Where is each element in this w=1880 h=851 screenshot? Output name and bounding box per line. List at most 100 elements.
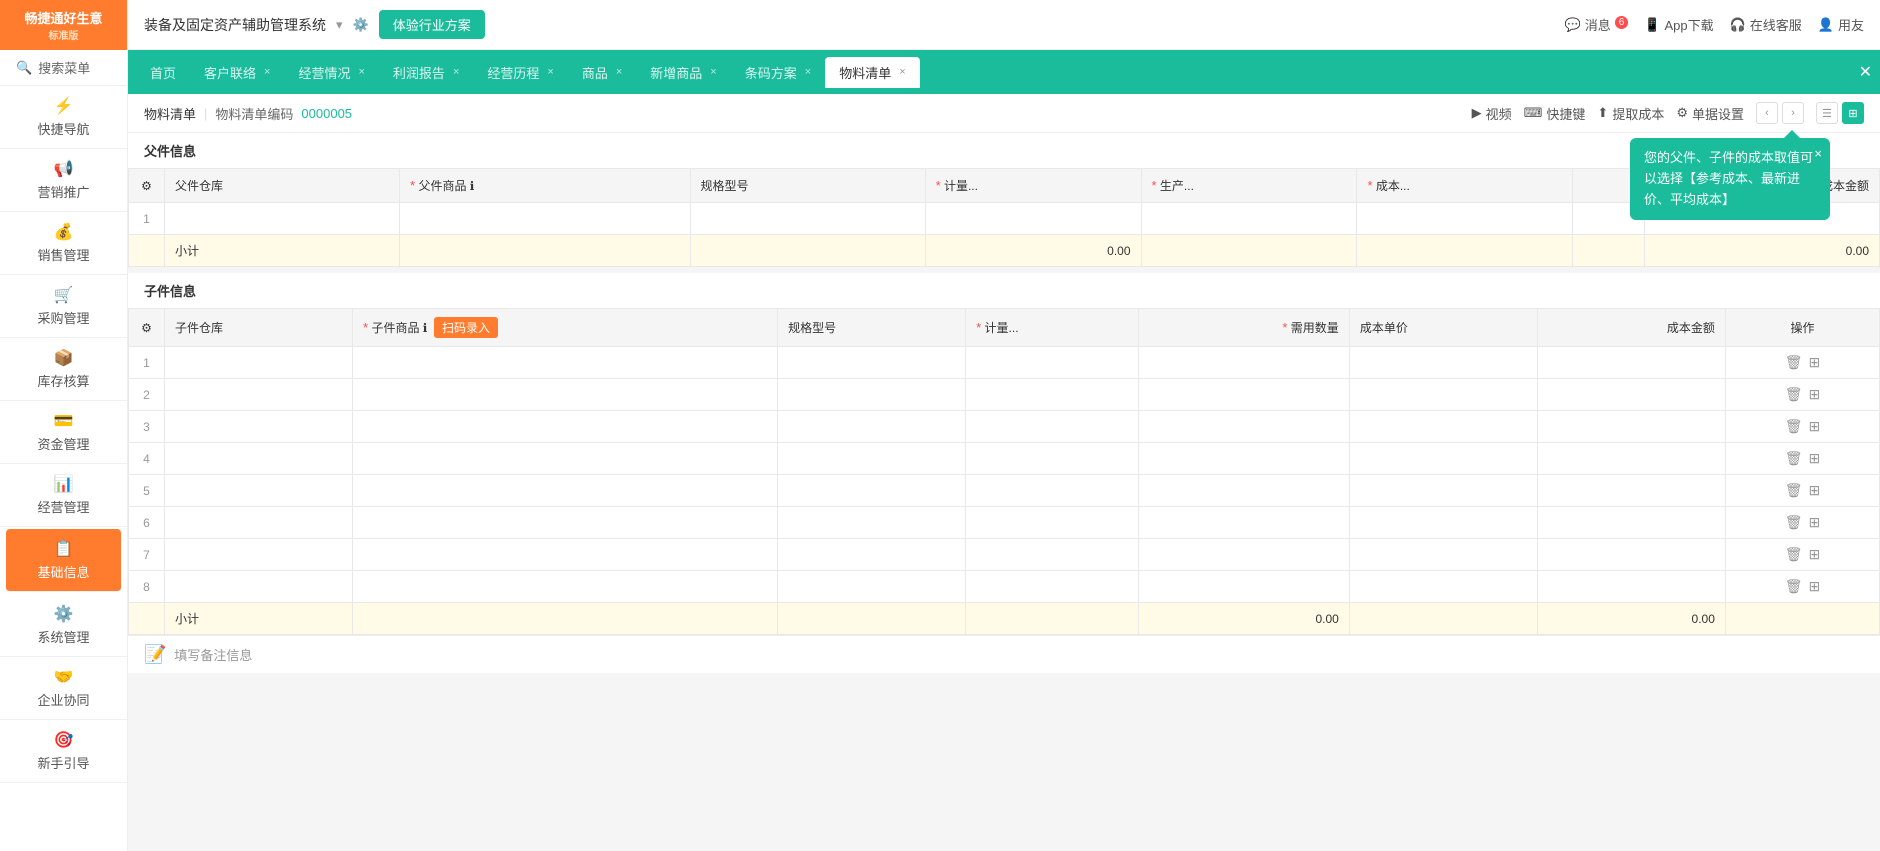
delete-icon-2[interactable]: 🗑	[1785, 386, 1803, 403]
sidebar-item-quick-nav[interactable]: ⚡快捷导航	[0, 86, 127, 149]
nav-tab-operation-history[interactable]: 经营历程 ×	[473, 57, 567, 88]
nav-tab-bom-list[interactable]: 物料清单 ×	[825, 57, 919, 88]
message-item[interactable]: 💬 消息 6	[1565, 15, 1629, 34]
tab-close-customers[interactable]: ×	[264, 66, 270, 78]
child-unit-1[interactable]	[966, 347, 1139, 379]
parent-goods-cell[interactable]	[400, 203, 690, 235]
dropdown-icon[interactable]: ▾	[336, 17, 343, 33]
copy-icon-6[interactable]: ⊞	[1808, 514, 1820, 531]
app-download-item[interactable]: 📱 App下载	[1644, 15, 1713, 34]
child-goods-2[interactable]	[353, 379, 778, 411]
sidebar-item-system[interactable]: ⚙️系统管理	[0, 594, 127, 657]
child-cost-price-7[interactable]	[1349, 539, 1537, 571]
sidebar-item-marketing[interactable]: 📢营销推广	[0, 149, 127, 212]
copy-icon-5[interactable]: ⊞	[1808, 482, 1820, 499]
child-goods-7[interactable]	[353, 539, 778, 571]
child-qty-7[interactable]	[1138, 539, 1349, 571]
tab-close-barcode[interactable]: ×	[805, 66, 811, 78]
child-qty-3[interactable]	[1138, 411, 1349, 443]
child-goods-3[interactable]	[353, 411, 778, 443]
sidebar-item-guide[interactable]: 🎯新手引导	[0, 720, 127, 783]
child-cost-price-3[interactable]	[1349, 411, 1537, 443]
tab-close-add-goods[interactable]: ×	[710, 66, 716, 78]
sidebar-item-inventory[interactable]: 📦库存核算	[0, 338, 127, 401]
online-service-item[interactable]: 🎧 在线客服	[1730, 15, 1802, 34]
extract-cost-action[interactable]: ⬆ 提取成本	[1597, 104, 1664, 123]
delete-icon-7[interactable]: 🗑	[1785, 546, 1803, 563]
copy-icon-1[interactable]: ⊞	[1808, 354, 1820, 371]
shortcut-action[interactable]: ⌨ 快捷键	[1524, 104, 1586, 123]
child-warehouse-8[interactable]	[165, 571, 353, 603]
form-view-btn[interactable]: ⊞	[1842, 102, 1864, 124]
child-spec-4[interactable]	[778, 443, 966, 475]
child-warehouse-2[interactable]	[165, 379, 353, 411]
tab-close-profit-report[interactable]: ×	[453, 66, 459, 78]
child-spec-1[interactable]	[778, 347, 966, 379]
settings-icon[interactable]: ⚙️	[353, 17, 369, 33]
child-spec-5[interactable]	[778, 475, 966, 507]
child-qty-8[interactable]	[1138, 571, 1349, 603]
sidebar-item-enterprise[interactable]: 🤝企业协同	[0, 657, 127, 720]
nav-tab-profit-report[interactable]: 利润报告 ×	[379, 57, 473, 88]
copy-icon-3[interactable]: ⊞	[1808, 418, 1820, 435]
delete-icon-8[interactable]: 🗑	[1785, 578, 1803, 595]
child-cost-price-6[interactable]	[1349, 507, 1537, 539]
parent-th-settings[interactable]: ⚙	[129, 169, 165, 203]
child-unit-2[interactable]	[966, 379, 1139, 411]
copy-icon-2[interactable]: ⊞	[1808, 386, 1820, 403]
child-unit-8[interactable]	[966, 571, 1139, 603]
child-th-settings[interactable]: ⚙	[129, 309, 165, 347]
delete-icon-4[interactable]: 🗑	[1785, 450, 1803, 467]
nav-tab-operation-status[interactable]: 经营情况 ×	[284, 57, 378, 88]
parent-production-cell[interactable]	[1141, 203, 1357, 235]
delete-icon-1[interactable]: 🗑	[1785, 354, 1803, 371]
child-warehouse-1[interactable]	[165, 347, 353, 379]
delete-icon-5[interactable]: 🗑	[1785, 482, 1803, 499]
child-spec-6[interactable]	[778, 507, 966, 539]
child-warehouse-3[interactable]	[165, 411, 353, 443]
nav-tab-goods[interactable]: 商品 ×	[568, 57, 636, 88]
child-warehouse-6[interactable]	[165, 507, 353, 539]
scan-btn[interactable]: 扫码录入	[434, 317, 498, 338]
sidebar-item-purchase[interactable]: 🛒采购管理	[0, 275, 127, 338]
tab-close-operation-history[interactable]: ×	[547, 66, 553, 78]
child-spec-8[interactable]	[778, 571, 966, 603]
child-qty-1[interactable]	[1138, 347, 1349, 379]
child-unit-5[interactable]	[966, 475, 1139, 507]
video-action[interactable]: ▶ 视频	[1472, 104, 1512, 123]
prev-btn[interactable]: ‹	[1756, 102, 1778, 124]
child-goods-1[interactable]	[353, 347, 778, 379]
child-qty-5[interactable]	[1138, 475, 1349, 507]
parent-unit-cell[interactable]	[925, 203, 1141, 235]
sidebar-item-sales[interactable]: 💰销售管理	[0, 212, 127, 275]
parent-spec-cell[interactable]	[690, 203, 925, 235]
child-qty-4[interactable]	[1138, 443, 1349, 475]
child-goods-6[interactable]	[353, 507, 778, 539]
sidebar-item-operation[interactable]: 📊经营管理	[0, 464, 127, 527]
nav-tab-customers[interactable]: 客户联络 ×	[190, 57, 284, 88]
nav-tab-barcode[interactable]: 条码方案 ×	[731, 57, 825, 88]
child-cost-price-2[interactable]	[1349, 379, 1537, 411]
parent-cost-cell[interactable]	[1357, 203, 1573, 235]
child-goods-8[interactable]	[353, 571, 778, 603]
nav-tab-home[interactable]: 首页	[136, 57, 190, 88]
copy-icon-7[interactable]: ⊞	[1808, 546, 1820, 563]
next-btn[interactable]: ›	[1782, 102, 1804, 124]
child-unit-7[interactable]	[966, 539, 1139, 571]
child-warehouse-5[interactable]	[165, 475, 353, 507]
user-item[interactable]: 👤 用友	[1818, 15, 1864, 34]
delete-icon-6[interactable]: 🗑	[1785, 514, 1803, 531]
child-cost-price-4[interactable]	[1349, 443, 1537, 475]
child-qty-2[interactable]	[1138, 379, 1349, 411]
child-unit-6[interactable]	[966, 507, 1139, 539]
child-cost-price-1[interactable]	[1349, 347, 1537, 379]
copy-icon-8[interactable]: ⊞	[1808, 578, 1820, 595]
sidebar-item-basic-info[interactable]: 📋基础信息	[6, 529, 121, 592]
tab-close-goods[interactable]: ×	[616, 66, 622, 78]
child-goods-4[interactable]	[353, 443, 778, 475]
child-spec-2[interactable]	[778, 379, 966, 411]
close-all-tabs[interactable]: ✕	[1859, 62, 1872, 82]
tab-close-operation-status[interactable]: ×	[358, 66, 364, 78]
trial-btn[interactable]: 体验行业方案	[379, 10, 485, 39]
child-warehouse-7[interactable]	[165, 539, 353, 571]
